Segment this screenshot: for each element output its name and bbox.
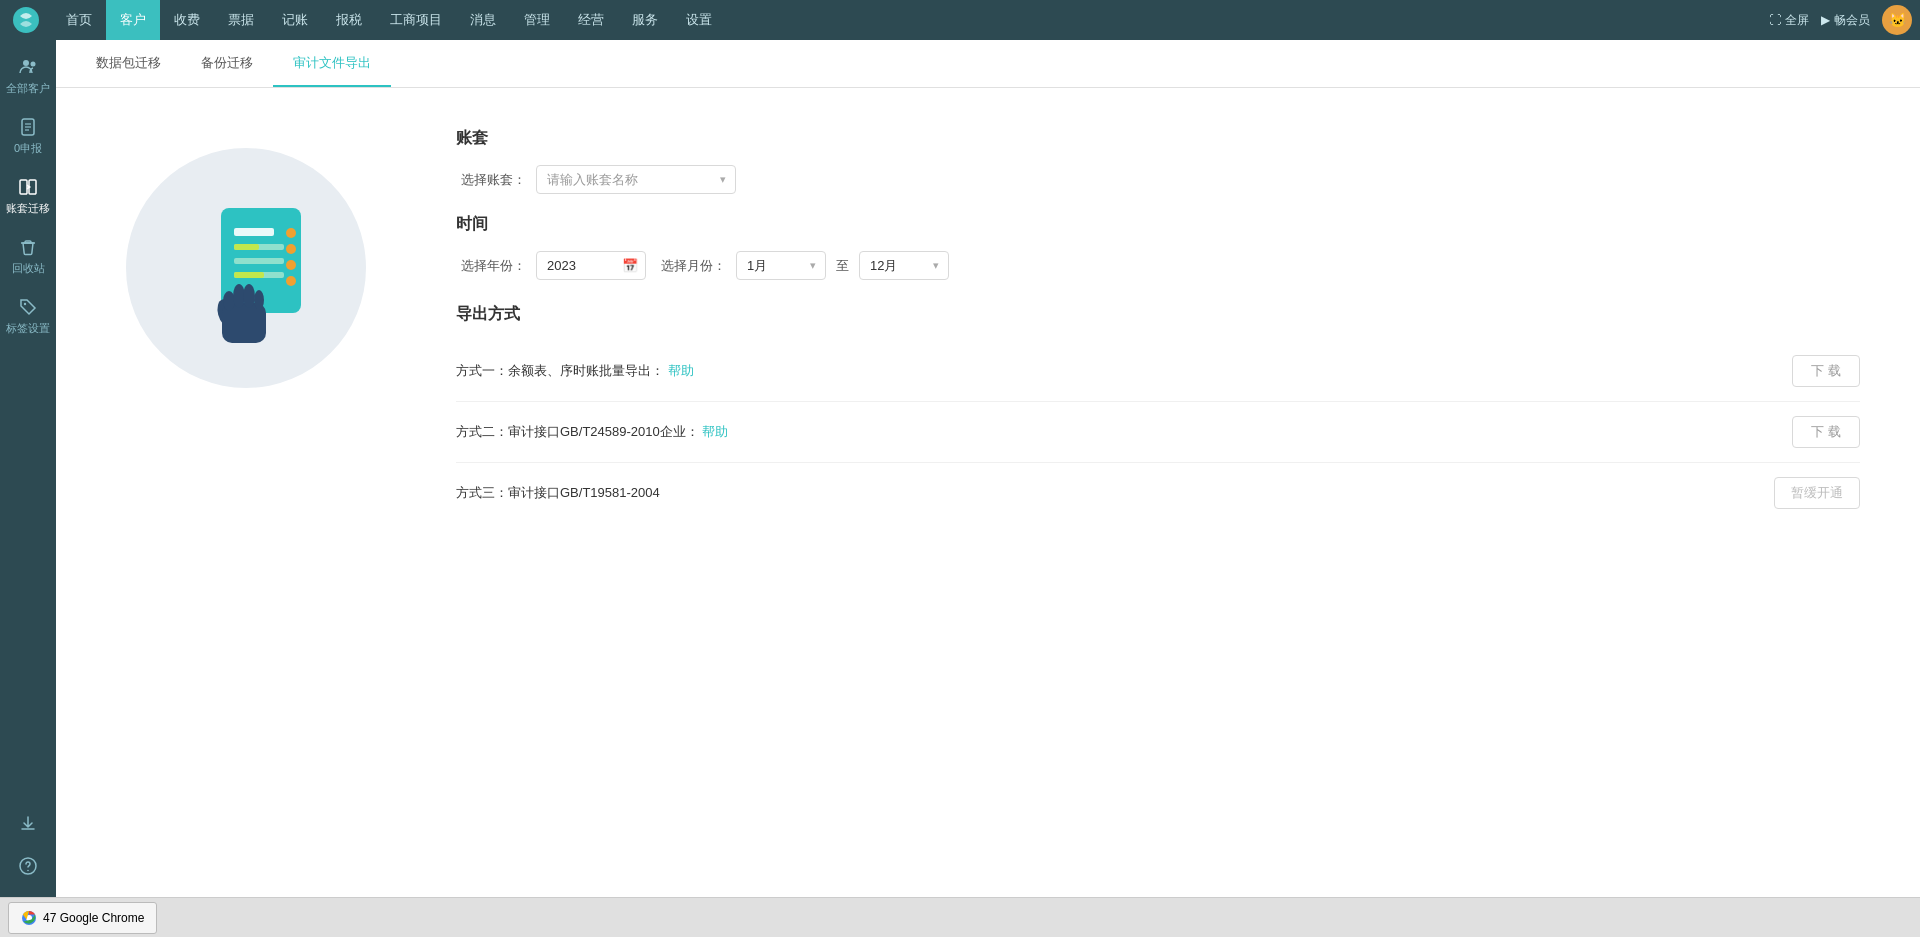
export-method-3-row: 方式三：审计接口GB/T19581-2004 暂缓开通 bbox=[456, 463, 1860, 523]
svg-point-17 bbox=[286, 228, 296, 238]
account-section-title: 账套 bbox=[456, 128, 1860, 149]
top-nav: 首页 客户 收费 票据 记账 报税 工商项目 消息 管理 经营 服务 设置 ⛶ … bbox=[0, 0, 1920, 40]
export-method-2-download-button[interactable]: 下 载 bbox=[1792, 416, 1860, 448]
svg-point-0 bbox=[13, 7, 39, 33]
video-icon: ▶ bbox=[1821, 13, 1830, 27]
time-row: 选择年份： 📅 选择月份： 1月 2月 3月 4月 5月 6月 bbox=[456, 251, 1860, 280]
export-method-1-download-button[interactable]: 下 载 bbox=[1792, 355, 1860, 387]
nav-item-accounting[interactable]: 记账 bbox=[268, 0, 322, 40]
svg-rect-15 bbox=[234, 258, 284, 264]
export-method-1-row: 方式一：余额表、序时账批量导出： 帮助 下 载 bbox=[456, 341, 1860, 402]
svg-rect-13 bbox=[234, 228, 274, 236]
tab-data-migrate[interactable]: 数据包迁移 bbox=[76, 41, 181, 87]
export-method-2-row: 方式二：审计接口GB/T24589-2010企业： 帮助 下 载 bbox=[456, 402, 1860, 463]
form-area: 账套 选择账套： 请输入账套名称 ▾ 时间 选择年份： bbox=[456, 128, 1860, 523]
time-section-title: 时间 bbox=[456, 214, 1860, 235]
nav-item-home[interactable]: 首页 bbox=[52, 0, 106, 40]
nav-item-client[interactable]: 客户 bbox=[106, 0, 160, 40]
nav-item-service[interactable]: 服务 bbox=[618, 0, 672, 40]
account-select[interactable]: 请输入账套名称 bbox=[536, 165, 736, 194]
svg-point-2 bbox=[31, 62, 36, 67]
tab-backup-migrate[interactable]: 备份迁移 bbox=[181, 41, 273, 87]
fullscreen-button[interactable]: ⛶ 全屏 bbox=[1769, 12, 1809, 29]
migrate-icon bbox=[17, 176, 39, 198]
export-section: 导出方式 方式一：余额表、序时账批量导出： 帮助 下 载 方式二：审计接口GB/… bbox=[456, 304, 1860, 523]
month-end-select[interactable]: 1月 2月 3月 4月 5月 6月 7月 8月 9月 10月 11月 12月 bbox=[859, 251, 949, 280]
sidebar-item-declare[interactable]: 0申报 bbox=[2, 108, 54, 164]
export-method-1-text: 方式一：余额表、序时账批量导出： 帮助 bbox=[456, 362, 694, 380]
tab-bar: 数据包迁移 备份迁移 审计文件导出 bbox=[56, 40, 1920, 88]
taskbar-chrome-item[interactable]: 47 Google Chrome bbox=[8, 902, 157, 934]
year-input-wrapper: 📅 bbox=[536, 251, 646, 280]
month-start-select[interactable]: 1月 2月 3月 4月 5月 6月 7月 8月 9月 10月 11月 12月 bbox=[736, 251, 826, 280]
account-select-label: 选择账套： bbox=[456, 171, 526, 189]
chrome-icon bbox=[21, 910, 37, 926]
svg-point-19 bbox=[286, 260, 296, 270]
svg-point-11 bbox=[27, 870, 29, 872]
fullscreen-icon: ⛶ bbox=[1769, 13, 1781, 27]
account-select-row: 选择账套： 请输入账套名称 ▾ bbox=[456, 165, 1860, 194]
sidebar-item-help[interactable] bbox=[2, 847, 54, 885]
export-method-2-help-link[interactable]: 帮助 bbox=[702, 424, 728, 439]
nav-item-business[interactable]: 工商项目 bbox=[376, 0, 456, 40]
separator: 至 bbox=[836, 257, 849, 275]
page-content: 账套 选择账套： 请输入账套名称 ▾ 时间 选择年份： bbox=[56, 88, 1920, 897]
sidebar: 全部客户 0申报 账套迁移 bbox=[0, 40, 56, 897]
document-icon bbox=[17, 116, 39, 138]
export-method-3-coming-soon-button: 暂缓开通 bbox=[1774, 477, 1860, 509]
svg-point-18 bbox=[286, 244, 296, 254]
svg-point-1 bbox=[23, 60, 29, 66]
export-method-2-text: 方式二：审计接口GB/T24589-2010企业： 帮助 bbox=[456, 423, 728, 441]
export-section-title: 导出方式 bbox=[456, 304, 1860, 325]
sidebar-bottom bbox=[2, 805, 54, 897]
month-end-wrapper: 1月 2月 3月 4月 5月 6月 7月 8月 9月 10月 11月 12月 bbox=[859, 251, 949, 280]
taskbar: 47 Google Chrome bbox=[0, 897, 1920, 937]
svg-point-28 bbox=[243, 284, 255, 308]
sidebar-item-all-clients[interactable]: 全部客户 bbox=[2, 48, 54, 104]
nav-item-settings[interactable]: 设置 bbox=[672, 0, 726, 40]
sidebar-item-migrate[interactable]: 账套迁移 bbox=[2, 168, 54, 224]
top-nav-items: 首页 客户 收费 票据 记账 报税 工商项目 消息 管理 经营 服务 设置 bbox=[52, 0, 1769, 40]
content-area: 数据包迁移 备份迁移 审计文件导出 bbox=[56, 40, 1920, 897]
top-nav-right: ⛶ 全屏 ▶ 畅会员 🐱 bbox=[1769, 5, 1912, 35]
download-icon bbox=[17, 813, 39, 835]
illustration-area bbox=[116, 128, 376, 388]
sidebar-item-tag-settings[interactable]: 标签设置 bbox=[2, 288, 54, 344]
people-icon bbox=[17, 56, 39, 78]
nav-item-fee[interactable]: 收费 bbox=[160, 0, 214, 40]
svg-rect-22 bbox=[234, 272, 264, 278]
svg-point-29 bbox=[254, 290, 264, 310]
trash-icon bbox=[17, 236, 39, 258]
sidebar-item-trash[interactable]: 回收站 bbox=[2, 228, 54, 284]
year-label: 选择年份： bbox=[456, 257, 526, 275]
nav-item-invoice[interactable]: 票据 bbox=[214, 0, 268, 40]
nav-item-manage[interactable]: 管理 bbox=[510, 0, 564, 40]
nav-item-operation[interactable]: 经营 bbox=[564, 0, 618, 40]
member-button[interactable]: ▶ 畅会员 bbox=[1821, 12, 1870, 29]
export-method-3-text: 方式三：审计接口GB/T19581-2004 bbox=[456, 484, 660, 502]
nav-item-tax[interactable]: 报税 bbox=[322, 0, 376, 40]
account-select-wrapper: 请输入账套名称 ▾ bbox=[536, 165, 736, 194]
svg-point-9 bbox=[24, 303, 26, 305]
svg-rect-7 bbox=[20, 180, 27, 194]
app-logo[interactable] bbox=[8, 2, 44, 38]
tab-audit-export[interactable]: 审计文件导出 bbox=[273, 41, 391, 87]
question-icon bbox=[17, 855, 39, 877]
illustration-circle bbox=[126, 148, 366, 388]
avatar[interactable]: 🐱 bbox=[1882, 5, 1912, 35]
svg-point-20 bbox=[286, 276, 296, 286]
nav-item-message[interactable]: 消息 bbox=[456, 0, 510, 40]
sidebar-item-download[interactable] bbox=[2, 805, 54, 843]
main-layout: 全部客户 0申报 账套迁移 bbox=[0, 40, 1920, 897]
month-start-wrapper: 1月 2月 3月 4月 5月 6月 7月 8月 9月 10月 11月 12月 bbox=[736, 251, 826, 280]
svg-rect-21 bbox=[234, 244, 259, 250]
export-method-1-help-link[interactable]: 帮助 bbox=[668, 363, 694, 378]
month-label: 选择月份： bbox=[656, 257, 726, 275]
year-input[interactable] bbox=[536, 251, 646, 280]
tag-icon bbox=[17, 296, 39, 318]
